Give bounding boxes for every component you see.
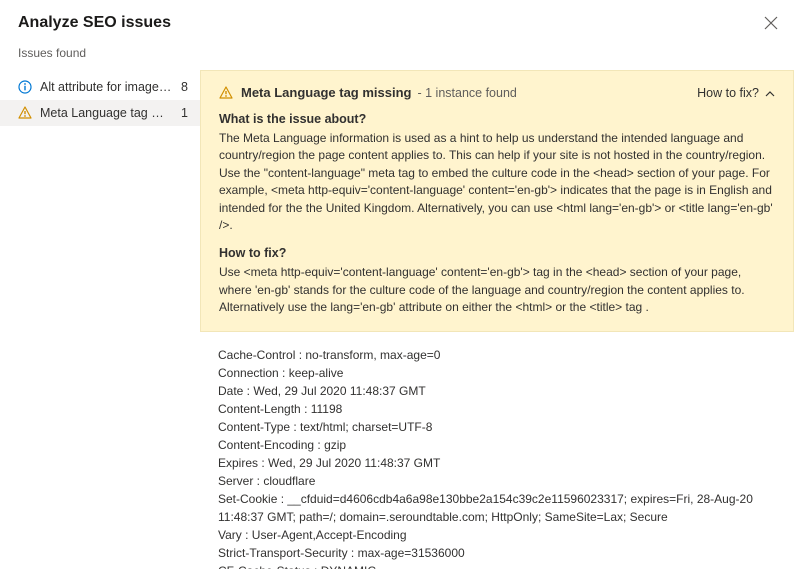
detail-header: Meta Language tag missing - 1 instance f… [219, 85, 775, 100]
sidebar-item-meta-lang[interactable]: Meta Language tag missing 1 [0, 100, 200, 126]
how-to-fix-toggle[interactable]: How to fix? [697, 86, 775, 100]
close-button[interactable] [760, 12, 782, 34]
response-header-line: Set-Cookie : __cfduid=d4606cdb4a6a98e130… [218, 490, 776, 526]
panel-title: Analyze SEO issues [18, 14, 171, 32]
about-heading: What is the issue about? [219, 112, 775, 126]
response-header-line: Vary : User-Agent,Accept-Encoding [218, 526, 776, 544]
response-header-line: CF-Cache-Status : DYNAMIC [218, 562, 776, 569]
sidebar-item-count: 8 [181, 80, 188, 94]
response-headers: Cache-Control : no-transform, max-age=0C… [200, 332, 794, 569]
response-header-line: Connection : keep-alive [218, 364, 776, 382]
detail-title: Meta Language tag missing [241, 85, 411, 100]
sidebar-item-alt-attr[interactable]: Alt attribute for images is miss… 8 [0, 74, 200, 100]
response-header-line: Content-Type : text/html; charset=UTF-8 [218, 418, 776, 436]
issue-detail-panel: Meta Language tag missing - 1 instance f… [200, 70, 794, 332]
warning-icon [18, 106, 32, 120]
sidebar-item-label: Alt attribute for images is miss… [40, 80, 173, 94]
response-header-line: Server : cloudflare [218, 472, 776, 490]
sidebar-item-label: Meta Language tag missing [40, 106, 173, 120]
response-header-line: Strict-Transport-Security : max-age=3153… [218, 544, 776, 562]
detail-subtitle: - 1 instance found [417, 86, 516, 100]
response-header-line: Content-Length : 11198 [218, 400, 776, 418]
response-header-line: Content-Encoding : gzip [218, 436, 776, 454]
fix-heading: How to fix? [219, 246, 775, 260]
about-body: The Meta Language information is used as… [219, 130, 775, 234]
response-header-line: Date : Wed, 29 Jul 2020 11:48:37 GMT [218, 382, 776, 400]
issue-content: Meta Language tag missing - 1 instance f… [200, 70, 800, 569]
close-icon [764, 16, 778, 30]
panel-header: Analyze SEO issues [0, 0, 800, 44]
how-to-fix-label: How to fix? [697, 86, 759, 100]
fix-body: Use <meta http-equiv='content-language' … [219, 264, 775, 316]
issues-sidebar: Alt attribute for images is miss… 8 Meta… [0, 70, 200, 569]
response-header-line: Expires : Wed, 29 Jul 2020 11:48:37 GMT [218, 454, 776, 472]
issues-found-label: Issues found [0, 44, 800, 70]
response-header-line: Cache-Control : no-transform, max-age=0 [218, 346, 776, 364]
main-layout: Alt attribute for images is miss… 8 Meta… [0, 70, 800, 569]
sidebar-item-count: 1 [181, 106, 188, 120]
info-icon [18, 80, 32, 94]
chevron-up-icon [765, 88, 775, 98]
warning-icon [219, 86, 233, 100]
